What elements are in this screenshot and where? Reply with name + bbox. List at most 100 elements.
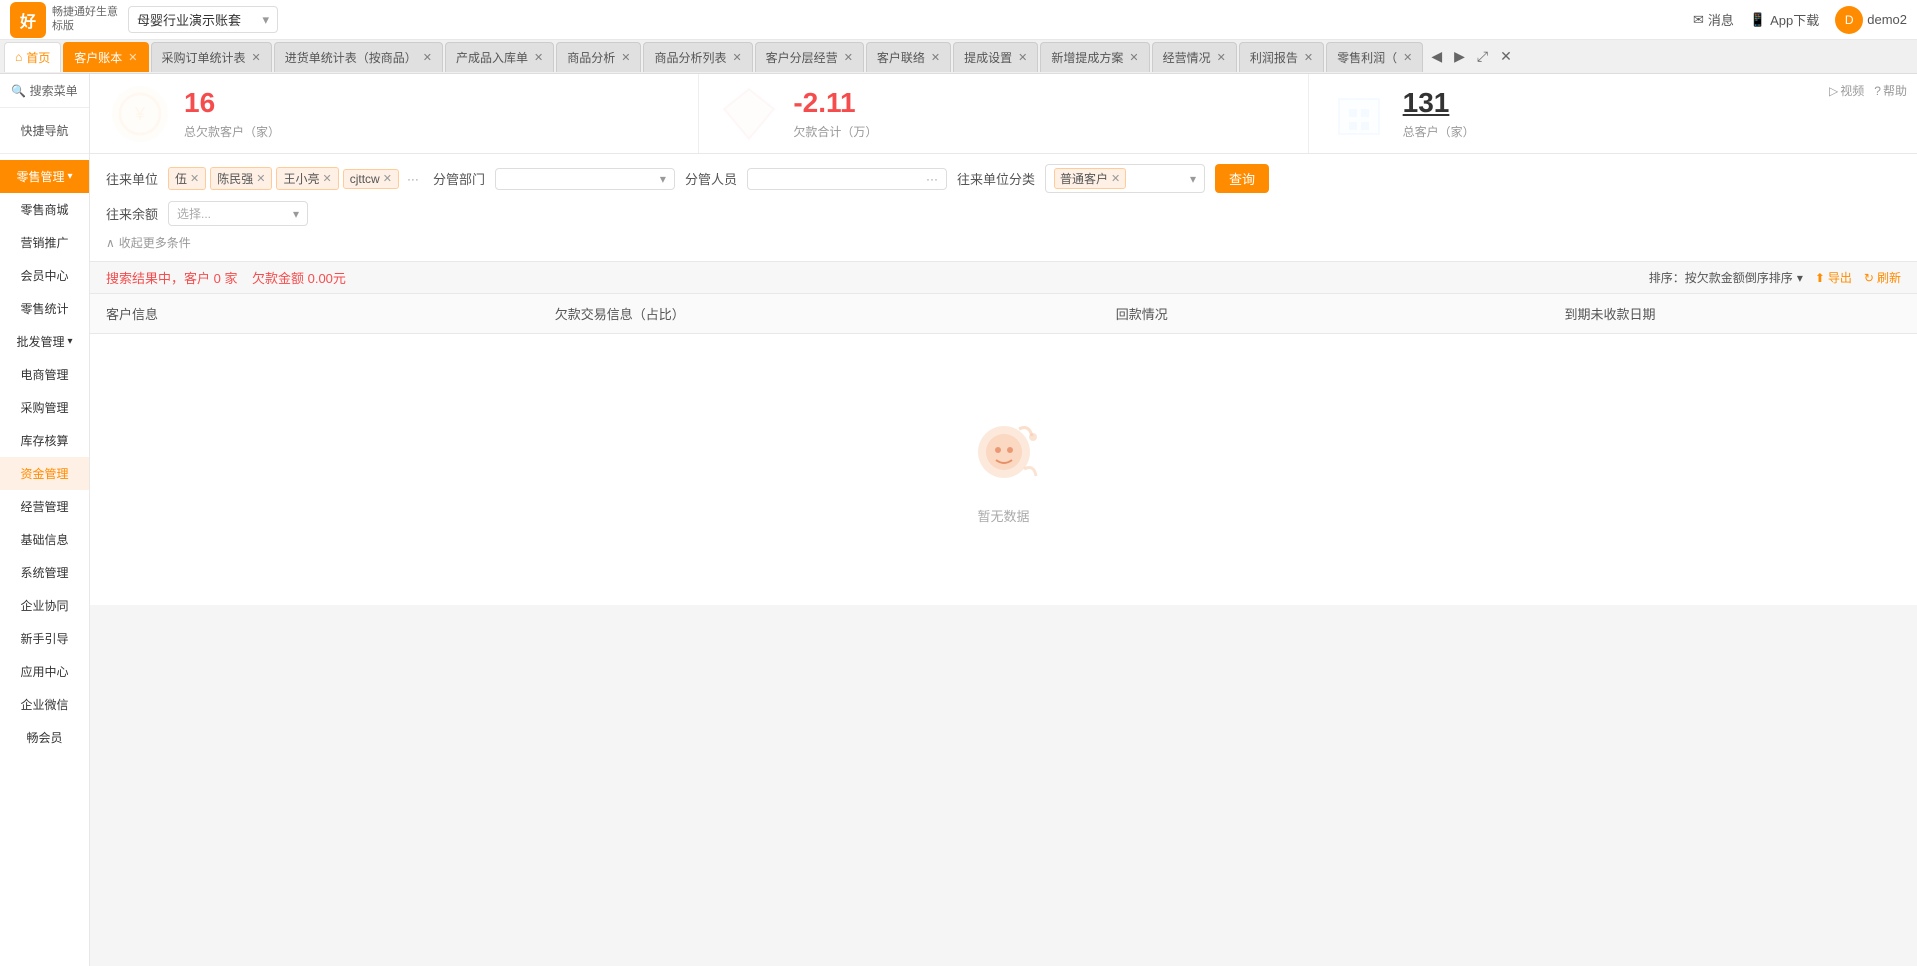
sidebar-item-retail-mall[interactable]: 零售商城 [0,193,89,226]
tab-product-stock[interactable]: 产成品入库单 ✕ [445,42,554,72]
sidebar-item-enterprise-wechat[interactable]: 企业微信 [0,688,89,721]
sidebar-item-ecommerce[interactable]: 电商管理 [0,358,89,391]
stats-row: ¥ 16 总欠款客户（家） -2.11 欠款合计（万 [90,74,1917,154]
content-area: ¥ 16 总欠款客户（家） -2.11 欠款合计（万 [90,74,1917,966]
tab-close-customer-contact[interactable]: ✕ [931,51,940,64]
search-icon: 🔍 [11,84,26,98]
sidebar: 🔍 搜索菜单 快捷导航 零售管理 ▾ 零售商城 营销推广 会员中心 零售统计 [0,74,90,966]
sidebar-item-retail-stats[interactable]: 零售统计 [0,292,89,325]
tab-ops-status[interactable]: 经营情况 ✕ [1152,42,1237,72]
tab-next-btn[interactable]: ▶ [1448,48,1471,65]
video-link[interactable]: ▷ 视频 [1829,82,1864,99]
table-header: 客户信息 欠款交易信息（占比） 回款情况 到期未收款日期 [90,294,1917,334]
tab-retail-profit[interactable]: 零售利润（ ✕ [1326,42,1423,72]
tab-close-new-scheme[interactable]: ✕ [1129,51,1138,64]
sort-selector[interactable]: 排序：按欠款金额倒序排序 ▾ [1649,269,1803,286]
sidebar-item-marketing[interactable]: 营销推广 [0,226,89,259]
result-actions: 排序：按欠款金额倒序排序 ▾ ⬆ 导出 ↻ 刷新 [1649,269,1901,286]
balance-select-arrow: ▾ [293,207,299,221]
sidebar-item-app-center[interactable]: 应用中心 [0,655,89,688]
tab-bar: ⌂ 首页 客户账本 ✕ 采购订单统计表 ✕ 进货单统计表（按商品） ✕ 产成品入… [0,40,1917,74]
sidebar-item-system[interactable]: 系统管理 [0,556,89,589]
app-download-btn[interactable]: 📱 App下载 [1750,10,1819,29]
stat-label-2: 欠款合计（万） [793,123,877,140]
sidebar-item-quick-nav[interactable]: 快捷导航 [0,114,89,147]
tab-close-product-analysis[interactable]: ✕ [621,51,630,64]
tab-incoming-stats[interactable]: 进货单统计表（按商品） ✕ [274,42,443,72]
person-input-dots[interactable]: ··· [926,172,938,186]
remove-tag-cjttcw[interactable]: ✕ [383,172,392,185]
empty-icon [964,414,1044,494]
sidebar-item-finance[interactable]: 资金管理 [0,457,89,490]
tab-close-prompt[interactable]: ✕ [1018,51,1027,64]
tab-customer-contact[interactable]: 客户联络 ✕ [866,42,951,72]
tab-close-all-btn[interactable]: ✕ [1494,48,1518,65]
sidebar-item-newbie[interactable]: 新手引导 [0,622,89,655]
tab-purchase-order[interactable]: 采购订单统计表 ✕ [151,42,272,72]
query-button[interactable]: 查询 [1215,164,1269,193]
sidebar-item-member-vip[interactable]: 畅会员 [0,721,89,754]
unit-type-select[interactable]: 普通客户 ✕ ▾ [1045,164,1205,193]
tab-close-product-analysis-list[interactable]: ✕ [732,51,741,64]
remove-tag-wang[interactable]: ✕ [323,172,332,185]
sidebar-search[interactable]: 🔍 搜索菜单 [0,74,89,108]
logo-icon: 好 [10,2,46,38]
refresh-btn[interactable]: ↻ 刷新 [1864,269,1901,286]
dept-select[interactable]: ▾ [495,168,675,190]
tab-customer-segment[interactable]: 客户分层经营 ✕ [755,42,864,72]
avatar: D [1835,6,1863,34]
sidebar-item-member[interactable]: 会员中心 [0,259,89,292]
remove-unit-type[interactable]: ✕ [1111,172,1120,185]
stat-value-2: -2.11 [793,87,877,119]
tab-customer-book[interactable]: 客户账本 ✕ [63,42,148,72]
top-bar: 好 畅捷通好生意 标版 母婴行业演示账套 ▾ ✉ 消息 📱 App下载 D de… [0,0,1917,40]
more-tags-btn[interactable]: ··· [403,170,423,188]
tab-product-analysis-list[interactable]: 商品分析列表 ✕ [643,42,752,72]
tab-close-retail-profit[interactable]: ✕ [1403,51,1412,64]
tab-prompt-settings[interactable]: 提成设置 ✕ [953,42,1038,72]
message-btn[interactable]: ✉ 消息 [1693,10,1734,29]
tab-close-ops[interactable]: ✕ [1217,51,1226,64]
sidebar-item-enterprise[interactable]: 企业协同 [0,589,89,622]
sidebar-item-inventory[interactable]: 库存核算 [0,424,89,457]
export-btn[interactable]: ⬆ 导出 [1815,269,1852,286]
empty-text: 暂无数据 [977,506,1029,525]
remove-tag-chen[interactable]: ✕ [256,172,265,185]
user-profile[interactable]: D demo2 [1835,6,1907,34]
tab-close-incoming[interactable]: ✕ [423,51,432,64]
balance-select[interactable]: 选择... ▾ [168,201,308,226]
tab-home[interactable]: ⌂ 首页 [4,42,61,72]
person-label: 分管人员 [685,169,737,188]
remove-tag-wu[interactable]: ✕ [190,172,199,185]
balance-label: 往来余额 [106,204,158,223]
tab-product-analysis[interactable]: 商品分析 ✕ [556,42,641,72]
sidebar-item-wholesale[interactable]: 批发管理 ▾ [0,325,89,358]
dept-select-arrow: ▾ [660,172,666,186]
sidebar-item-ops[interactable]: 经营管理 [0,490,89,523]
unit-label: 往来单位 [106,169,158,188]
tab-close-profit[interactable]: ✕ [1304,51,1313,64]
stat-total-customers: 131 总客户（家） ▷ 视频 ? 帮助 [1309,74,1917,153]
tab-close-purchase-order[interactable]: ✕ [252,51,261,64]
tab-expand-btn[interactable]: ⤢ [1471,48,1494,65]
tab-new-scheme[interactable]: 新增提成方案 ✕ [1040,42,1149,72]
sidebar-item-basic[interactable]: 基础信息 [0,523,89,556]
tab-close-customer-segment[interactable]: ✕ [844,51,853,64]
company-selector[interactable]: 母婴行业演示账套 ▾ [128,6,278,33]
sidebar-item-purchase[interactable]: 采购管理 [0,391,89,424]
filter-tag-cjttcw: cjttcw ✕ [343,169,399,189]
collapse-btn[interactable]: ∧ 收起更多条件 [106,234,1901,251]
tab-prev-btn[interactable]: ◀ [1425,48,1448,65]
tab-profit-report[interactable]: 利润报告 ✕ [1239,42,1324,72]
collapse-icon: ∧ [106,236,115,250]
sidebar-item-retail[interactable]: 零售管理 ▾ [0,160,89,193]
dept-label: 分管部门 [433,169,485,188]
stat-value-1: 16 [184,87,280,119]
unit-type-label: 往来单位分类 [957,169,1035,188]
person-input[interactable]: ··· [747,168,947,190]
help-link[interactable]: ? 帮助 [1874,82,1907,99]
tab-close-customer-book[interactable]: ✕ [128,51,137,64]
chevron-down-icon: ▾ [67,171,72,182]
tab-close-product-stock[interactable]: ✕ [534,51,543,64]
stat-label-1: 总欠款客户（家） [184,123,280,140]
